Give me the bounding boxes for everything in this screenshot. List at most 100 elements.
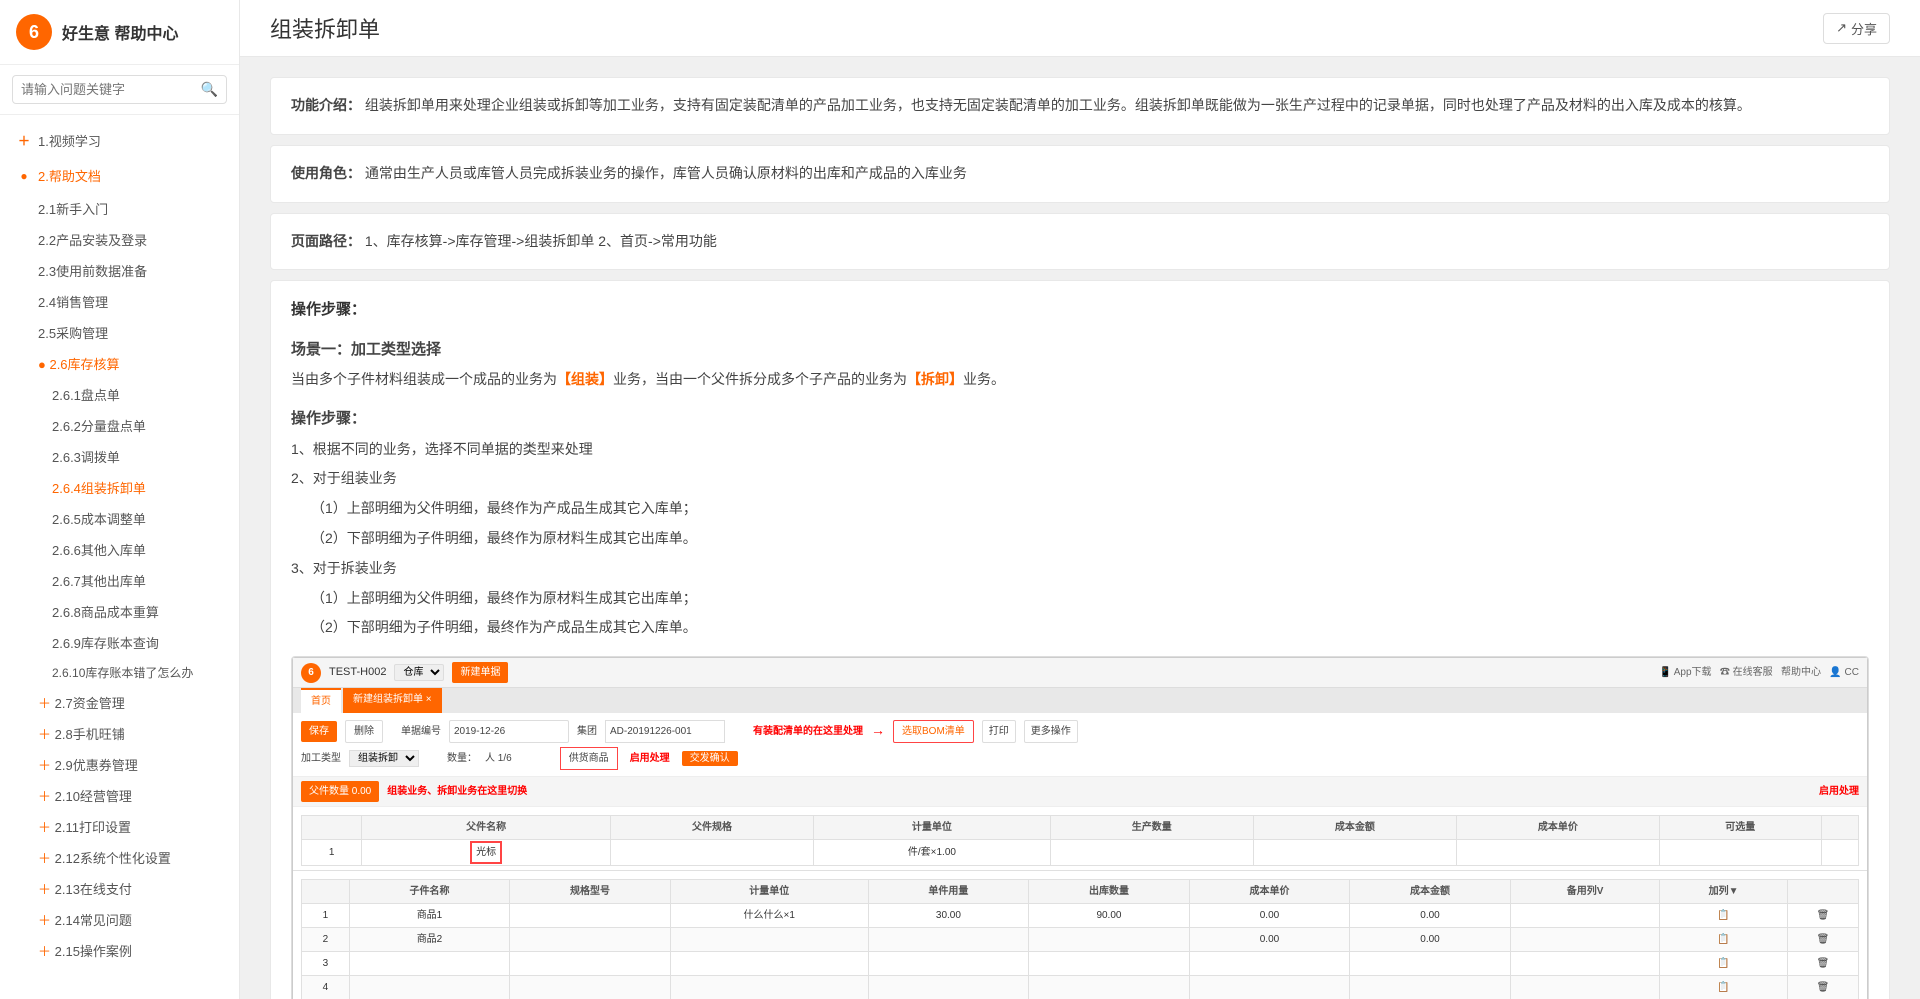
mock-qty-label: 数量： xyxy=(447,750,477,767)
sidebar-item-costadj[interactable]: 2.6.5成本调整单 xyxy=(0,503,239,534)
sidebar-item-cases[interactable]: ＋ 2.15操作案例 xyxy=(0,935,239,966)
sidebar-item-stocktake[interactable]: 2.6.1盘点单 xyxy=(0,379,239,410)
sidebar-item-costrecalc[interactable]: 2.6.8商品成本重算 xyxy=(0,596,239,627)
scene1-title: 场景一：加工类型选择 xyxy=(291,337,1869,363)
cell-name: 光标 xyxy=(362,840,611,866)
sidebar-item-video[interactable]: ＋ 1.视频学习 xyxy=(0,123,239,158)
role-title: 使用角色： xyxy=(291,165,361,181)
step2: 2、对于组装业务 xyxy=(291,467,1869,491)
col-cost: 成本金额 xyxy=(1253,816,1456,840)
mock-upper-table: 父件名称 父件规格 计量单位 生产数量 成本金额 成本单价 可选量 xyxy=(301,815,1859,866)
lrow2-icon2[interactable]: 🗑 xyxy=(1787,928,1858,952)
lrow-3: 3 📋 🗑 xyxy=(302,952,1859,976)
sidebar-item-online[interactable]: ＋ 2.13在线支付 xyxy=(0,873,239,904)
mock-more-btn[interactable]: 更多操作 xyxy=(1024,720,1078,743)
lcol-unit: 计量单位 xyxy=(670,880,868,904)
lcol-qty2: 出库数量 xyxy=(1029,880,1190,904)
mock-type-select[interactable]: 组装拆卸 xyxy=(349,750,419,767)
sidebar-item-data[interactable]: 2.3使用前数据准备 xyxy=(0,255,239,286)
lrow1-icon2[interactable]: 🗑 xyxy=(1787,904,1858,928)
sidebar-item-stockquery[interactable]: 2.6.9库存账本查询 xyxy=(0,627,239,658)
share-button[interactable]: ↗ 分享 xyxy=(1823,13,1890,44)
search-box[interactable]: 🔍 xyxy=(12,75,227,104)
search-input[interactable] xyxy=(21,82,201,97)
sidebar-item-mobile[interactable]: ＋ 2.8手机旺铺 xyxy=(0,718,239,749)
lrow-2: 2 商品2 0.00 0.00 📋 xyxy=(302,928,1859,952)
sidebar-item-inventory[interactable]: ● 2.6库存核算 xyxy=(0,348,239,379)
sidebar-item-otherin[interactable]: 2.6.6其他入库单 xyxy=(0,534,239,565)
sidebar-item-stockerr[interactable]: 2.6.10库存账本错了怎么办 xyxy=(0,658,239,687)
sidebar-item-coupon[interactable]: ＋ 2.9优惠券管理 xyxy=(0,749,239,780)
mock-tab-main[interactable]: 首页 xyxy=(301,688,341,713)
lrow1-cost2: 0.00 xyxy=(1350,904,1511,928)
sidebar-item-cash[interactable]: ＋ 2.7资金管理 xyxy=(0,687,239,718)
cell-spec xyxy=(611,840,814,866)
sidebar-item-distribution[interactable]: 2.6.2分量盘点单 xyxy=(0,410,239,441)
search-icon[interactable]: 🔍 xyxy=(201,81,218,98)
main-area: 组装拆卸单 ↗ 分享 功能介绍： 组装拆卸单用来处理企业组装或拆卸等加工业务，支… xyxy=(240,0,1920,999)
ops-title: 操作步骤： xyxy=(291,297,1869,323)
mock-bom-btn[interactable]: 选取BOM清单 xyxy=(893,720,974,743)
mock-topbar: 6 TEST-H002 仓库 新建单据 📱 App下载 ☎ 在线客服 帮助中心 … xyxy=(293,658,1867,688)
mock-middle-bar: 父件数量 0.00 组装业务、拆卸业务在这里切换 启用处理 xyxy=(293,777,1867,807)
sidebar-item-settings[interactable]: ＋ 2.12系统个性化设置 xyxy=(0,842,239,873)
sidebar-item-newbie[interactable]: 2.1新手入门 xyxy=(0,193,239,224)
mock-save-btn[interactable]: 保存 xyxy=(301,721,337,742)
lcol-cost1: 成本单价 xyxy=(1189,880,1350,904)
mock-confirm-btn[interactable]: 交发确认 xyxy=(682,750,738,767)
lrow3-icon1[interactable]: 📋 xyxy=(1660,952,1787,976)
screenshot-wrapper: 6 TEST-H002 仓库 新建单据 📱 App下载 ☎ 在线客服 帮助中心 … xyxy=(291,656,1869,999)
lrow1-unit: 什么什么×1 xyxy=(670,904,868,928)
lrow-4: 4 📋 🗑 xyxy=(302,976,1859,999)
cell-op xyxy=(1821,840,1858,866)
sidebar-item-docs[interactable]: ● 2.帮助文档 xyxy=(0,158,239,193)
mock-delete-btn[interactable]: 删除 xyxy=(345,720,383,743)
sidebar-item-install[interactable]: 2.2产品安装及登录 xyxy=(0,224,239,255)
sidebar-item-faq[interactable]: ＋ 2.14常见问题 xyxy=(0,904,239,935)
mock-tabs-row: 首页 新建组装拆卸单 × xyxy=(293,688,1867,713)
cell-avail xyxy=(1659,840,1821,866)
mock-supplier-input[interactable]: 供货商品 xyxy=(560,747,618,770)
sidebar-item-sales[interactable]: 2.4销售管理 xyxy=(0,286,239,317)
step2-2: （2）下部明细为子件明细，最终作为原材料生成其它出库单。 xyxy=(311,527,1849,551)
mock-print-btn[interactable]: 打印 xyxy=(982,720,1016,743)
mock-section-btn[interactable]: 父件数量 0.00 xyxy=(301,781,379,802)
mock-doc-num: 2019-12-26 xyxy=(449,720,569,743)
annotation-3-right: 启用处理 xyxy=(1819,783,1859,800)
lcol-name: 子件名称 xyxy=(349,880,510,904)
mock-company: TEST-H002 xyxy=(329,663,386,682)
sidebar-item-ops[interactable]: ＋ 2.10经营管理 xyxy=(0,780,239,811)
cell-cost xyxy=(1253,840,1456,866)
lrow2-icon1[interactable]: 📋 xyxy=(1660,928,1787,952)
lrow1-qty2: 90.00 xyxy=(1029,904,1190,928)
lrow1-icon1[interactable]: 📋 xyxy=(1660,904,1787,928)
lcol-action xyxy=(1787,880,1858,904)
mock-new-btn[interactable]: 新建单据 xyxy=(452,662,508,683)
arrow-1: → xyxy=(871,719,885,743)
lrow1-spec xyxy=(510,904,671,928)
lrow4-icon1[interactable]: 📋 xyxy=(1660,976,1787,999)
table-row: 1 光标 件/套×1.00 xyxy=(302,840,1859,866)
mock-select[interactable]: 仓库 xyxy=(394,664,444,681)
lcol-op: 加列▼ xyxy=(1660,880,1787,904)
mock-tab-active[interactable]: 新建组装拆卸单 × xyxy=(343,688,442,713)
role-text: 通常由生产人员或库管人员完成拆装业务的操作，库管人员确认原材料的出库和产成品的入… xyxy=(365,165,967,181)
col-spec: 父件规格 xyxy=(611,816,814,840)
mock-doc-num-label: 单据编号 xyxy=(401,723,441,740)
cell-unit: 件/套×1.00 xyxy=(814,840,1051,866)
sidebar-item-adjust[interactable]: 2.6.3调拨单 xyxy=(0,441,239,472)
sidebar-item-otherout[interactable]: 2.6.7其他出库单 xyxy=(0,565,239,596)
col-qty: 生产数量 xyxy=(1050,816,1253,840)
lcol-qty1: 单件用量 xyxy=(868,880,1029,904)
mock-logo: 6 xyxy=(301,663,321,683)
lrow4-icon2[interactable]: 🗑 xyxy=(1787,976,1858,999)
lrow3-icon2[interactable]: 🗑 xyxy=(1787,952,1858,976)
sidebar-item-print[interactable]: ＋ 2.11打印设置 xyxy=(0,811,239,842)
path-card: 页面路径： 1、库存核算->库存管理->组装拆卸单 2、首页->常用功能 xyxy=(270,213,1890,271)
mock-screenshot: 6 TEST-H002 仓库 新建单据 📱 App下载 ☎ 在线客服 帮助中心 … xyxy=(292,657,1868,999)
sidebar-item-assembly[interactable]: 2.6.4组装拆卸单 xyxy=(0,472,239,503)
sidebar-item-purchase[interactable]: 2.5采购管理 xyxy=(0,317,239,348)
annotation-3-label: 启用处理 xyxy=(630,750,670,767)
step1: 1、根据不同的业务，选择不同单据的类型来处理 xyxy=(291,438,1869,462)
cell-check: 1 xyxy=(302,840,362,866)
